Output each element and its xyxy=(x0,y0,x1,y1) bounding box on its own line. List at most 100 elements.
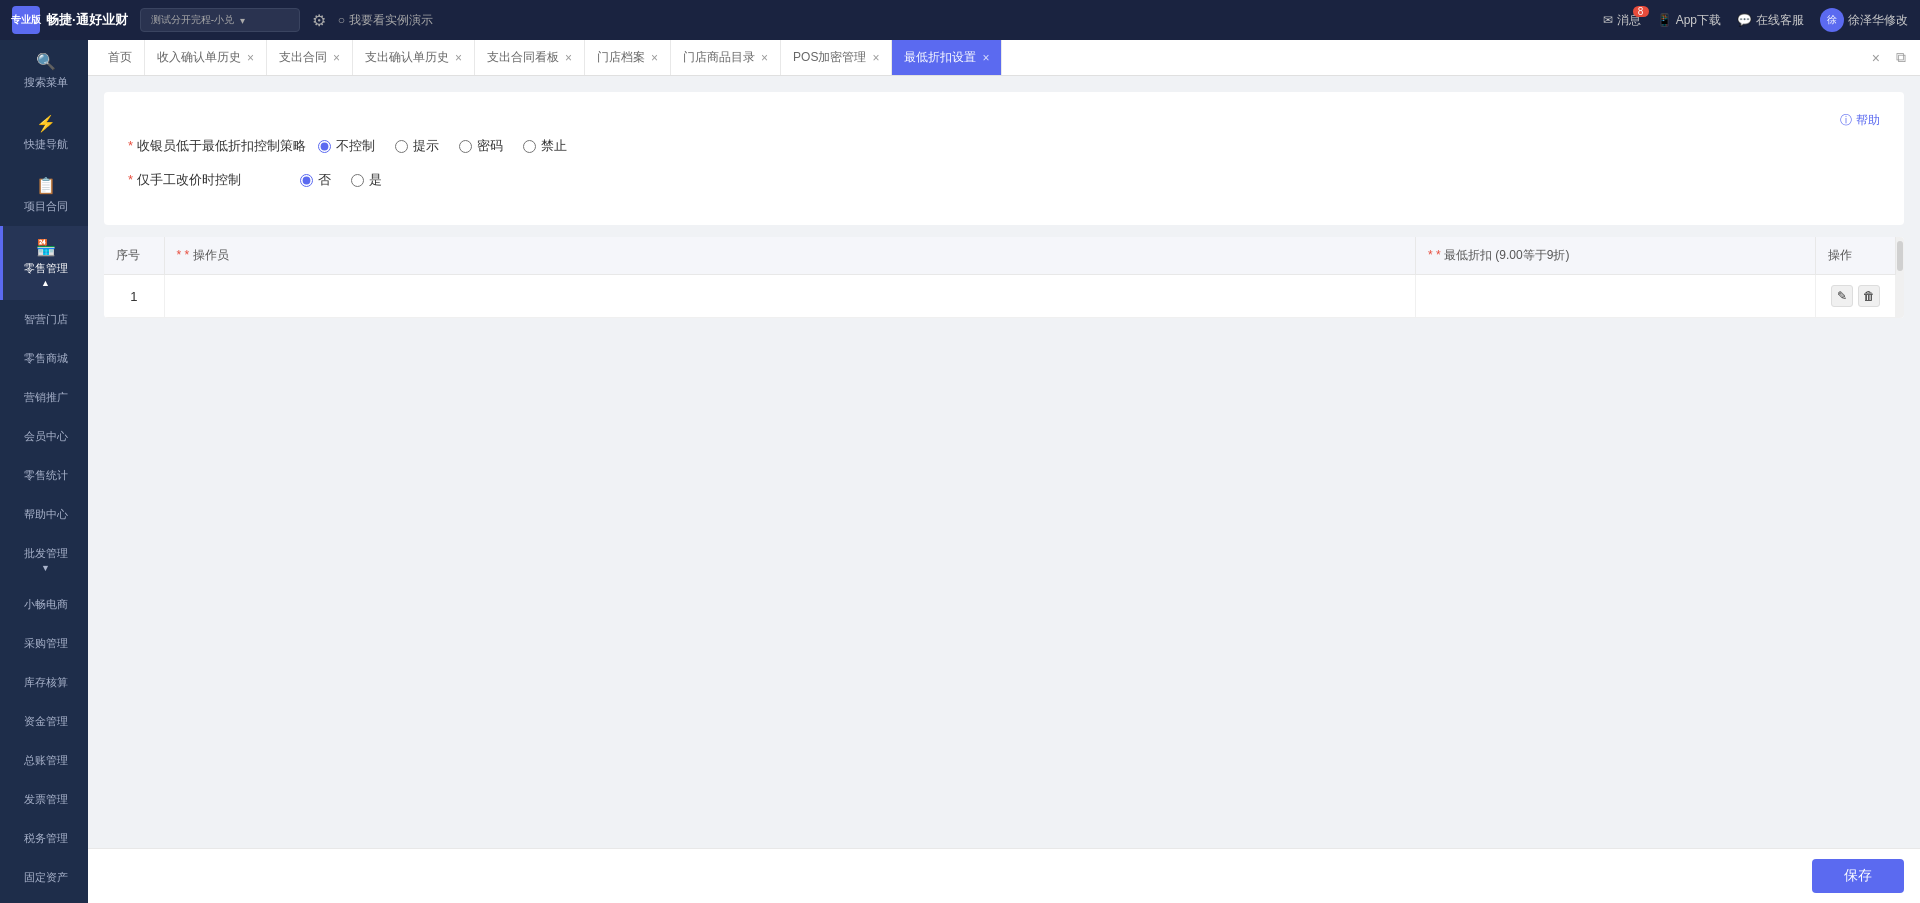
tab-close-store-file[interactable]: × xyxy=(651,52,658,64)
project-selector[interactable]: 测试分开完程-小兑 ▾ xyxy=(140,8,300,32)
radio-no-control-input[interactable] xyxy=(318,140,331,153)
demo-link[interactable]: ○ 我要看实例演示 xyxy=(338,12,433,29)
radio-manual-no-label: 否 xyxy=(318,171,331,189)
edit-icon[interactable]: ✎ xyxy=(1831,285,1853,307)
tab-income-history[interactable]: 收入确认单历史 × xyxy=(145,40,267,76)
sidebar-item-fixed-assets[interactable]: 固定资产 xyxy=(0,858,88,897)
radio-password-input[interactable] xyxy=(459,140,472,153)
close-tab-btn[interactable]: × xyxy=(1866,46,1886,70)
tab-close-payment-contract[interactable]: × xyxy=(333,52,340,64)
sidebar-label-ecommerce: 小畅电商 xyxy=(24,597,68,612)
messages-btn[interactable]: ✉ 消息 8 xyxy=(1603,12,1641,29)
radio-password-label: 密码 xyxy=(477,137,503,155)
sidebar-item-accounting[interactable]: 总账管理 xyxy=(0,741,88,780)
sidebar: 🔍 搜索菜单 ⚡ 快捷导航 📋 项目合同 🏪 零售管理 ▲ 智营门店 零售商城 … xyxy=(0,40,88,903)
tab-payment-history-label: 支出确认单历史 xyxy=(365,49,449,66)
tab-close-min-discount[interactable]: × xyxy=(982,52,989,64)
tab-payment-history[interactable]: 支出确认单历史 × xyxy=(353,40,475,76)
tab-home[interactable]: 首页 xyxy=(96,40,145,76)
sidebar-label-fixed-assets: 固定资产 xyxy=(24,870,68,885)
radio-remind[interactable]: 提示 xyxy=(395,137,439,155)
tab-store-catalog[interactable]: 门店商品目录 × xyxy=(671,40,781,76)
tab-income-history-label: 收入确认单历史 xyxy=(157,49,241,66)
shortcuts-icon: ⚡ xyxy=(36,114,56,133)
tab-bar-actions: × ⧉ xyxy=(1866,45,1912,70)
radio-manual-yes-input[interactable] xyxy=(351,174,364,187)
tab-close-store-catalog[interactable]: × xyxy=(761,52,768,64)
radio-remind-input[interactable] xyxy=(395,140,408,153)
sidebar-item-retail-mgmt[interactable]: 🏪 零售管理 ▲ xyxy=(0,226,88,300)
radio-manual-no[interactable]: 否 xyxy=(300,171,331,189)
message-icon: ✉ xyxy=(1603,13,1613,27)
table-header-row: 序号 * 操作员 * 最低折扣 (9.00等于9折) 操作 xyxy=(104,237,1896,275)
settings-icon[interactable]: ⚙ xyxy=(312,11,326,30)
chevron-down-icon: ▼ xyxy=(41,563,50,573)
th-operator-label: * 操作员 xyxy=(185,248,229,262)
app-download-btn[interactable]: 📱 App下载 xyxy=(1657,12,1721,29)
content-area: 首页 收入确认单历史 × 支出合同 × 支出确认单历史 × 支出合同看板 × 门… xyxy=(88,40,1920,903)
user-menu[interactable]: 徐 徐泽华修改 xyxy=(1820,8,1908,32)
sidebar-item-finance[interactable]: 资金管理 xyxy=(0,702,88,741)
sidebar-item-inventory[interactable]: 库存核算 xyxy=(0,663,88,702)
tab-more-btn[interactable]: ⧉ xyxy=(1890,45,1912,70)
tab-close-payment-history[interactable]: × xyxy=(455,52,462,64)
tab-min-discount-label: 最低折扣设置 xyxy=(904,49,976,66)
radio-password[interactable]: 密码 xyxy=(459,137,503,155)
sidebar-item-batch-mgmt[interactable]: 批发管理 ▼ xyxy=(0,534,88,585)
project-name: 测试分开完程-小兑 xyxy=(151,13,234,27)
cell-min-discount[interactable] xyxy=(1416,275,1816,318)
tab-close-payment-board[interactable]: × xyxy=(565,52,572,64)
sidebar-item-tax[interactable]: 税务管理 xyxy=(0,819,88,858)
cell-operator[interactable] xyxy=(164,275,1416,318)
sidebar-item-retail-stats[interactable]: 零售统计 xyxy=(0,456,88,495)
tab-payment-board[interactable]: 支出合同看板 × xyxy=(475,40,585,76)
sidebar-item-project-contract[interactable]: 📋 项目合同 xyxy=(0,164,88,226)
radio-manual-no-input[interactable] xyxy=(300,174,313,187)
radio-forbid[interactable]: 禁止 xyxy=(523,137,567,155)
sidebar-label-batch: 批发管理 xyxy=(24,546,68,561)
tab-min-discount[interactable]: 最低折扣设置 × xyxy=(892,40,1002,76)
radio-remind-label: 提示 xyxy=(413,137,439,155)
sidebar-label-marketing: 营销推广 xyxy=(24,390,68,405)
sidebar-item-invoice[interactable]: 发票管理 xyxy=(0,780,88,819)
sidebar-label-member: 会员中心 xyxy=(24,429,68,444)
tab-payment-board-label: 支出合同看板 xyxy=(487,49,559,66)
sidebar-item-help-center[interactable]: 帮助中心 xyxy=(0,495,88,534)
tab-payment-contract[interactable]: 支出合同 × xyxy=(267,40,353,76)
tab-store-file[interactable]: 门店档案 × xyxy=(585,40,671,76)
table-scrollbar-thumb xyxy=(1897,241,1903,271)
tab-bar: 首页 收入确认单历史 × 支出合同 × 支出确认单历史 × 支出合同看板 × 门… xyxy=(88,40,1920,76)
th-operator: * 操作员 xyxy=(164,237,1416,275)
tab-close-income-history[interactable]: × xyxy=(247,52,254,64)
radio-no-control[interactable]: 不控制 xyxy=(318,137,375,155)
sidebar-item-smart-store[interactable]: 智营门店 xyxy=(0,300,88,339)
sidebar-item-shortcuts[interactable]: ⚡ 快捷导航 xyxy=(0,102,88,164)
delete-icon[interactable]: 🗑 xyxy=(1858,285,1880,307)
cell-actions: ✎ 🗑 xyxy=(1816,275,1896,318)
sidebar-item-procurement[interactable]: 采购管理 xyxy=(0,624,88,663)
radio-manual-yes[interactable]: 是 xyxy=(351,171,382,189)
demo-text: 我要看实例演示 xyxy=(349,12,433,29)
sidebar-item-ecommerce[interactable]: 小畅电商 xyxy=(0,585,88,624)
radio-forbid-input[interactable] xyxy=(523,140,536,153)
tab-pos-password[interactable]: POS加密管理 × xyxy=(781,40,892,76)
cashier-policy-radio-group: 不控制 提示 密码 禁止 xyxy=(318,137,567,155)
service-icon: 💬 xyxy=(1737,13,1752,27)
messages-badge: 8 xyxy=(1633,6,1649,17)
table-wrapper: 序号 * 操作员 * 最低折扣 (9.00等于9折) 操作 xyxy=(104,237,1904,318)
discount-table-section: 序号 * 操作员 * 最低折扣 (9.00等于9折) 操作 xyxy=(104,237,1904,318)
sidebar-label-shortcuts: 快捷导航 xyxy=(24,137,68,152)
online-service-btn[interactable]: 💬 在线客服 xyxy=(1737,12,1804,29)
sidebar-item-retail-mall[interactable]: 零售商城 xyxy=(0,339,88,378)
cashier-policy-label: 收银员低于最低折扣控制策略 xyxy=(128,137,306,155)
main-layout: 🔍 搜索菜单 ⚡ 快捷导航 📋 项目合同 🏪 零售管理 ▲ 智营门店 零售商城 … xyxy=(0,40,1920,903)
help-link[interactable]: ⓘ 帮助 xyxy=(1840,112,1880,129)
save-button[interactable]: 保存 xyxy=(1812,859,1904,893)
sidebar-item-payroll[interactable]: 工资 xyxy=(0,897,88,903)
sidebar-item-marketing[interactable]: 营销推广 xyxy=(0,378,88,417)
sidebar-item-search[interactable]: 🔍 搜索菜单 xyxy=(0,40,88,102)
settings-form-card: ⓘ 帮助 收银员低于最低折扣控制策略 不控制 提示 xyxy=(104,92,1904,225)
sidebar-label-tax: 税务管理 xyxy=(24,831,68,846)
sidebar-item-member-center[interactable]: 会员中心 xyxy=(0,417,88,456)
tab-close-pos-password[interactable]: × xyxy=(872,52,879,64)
